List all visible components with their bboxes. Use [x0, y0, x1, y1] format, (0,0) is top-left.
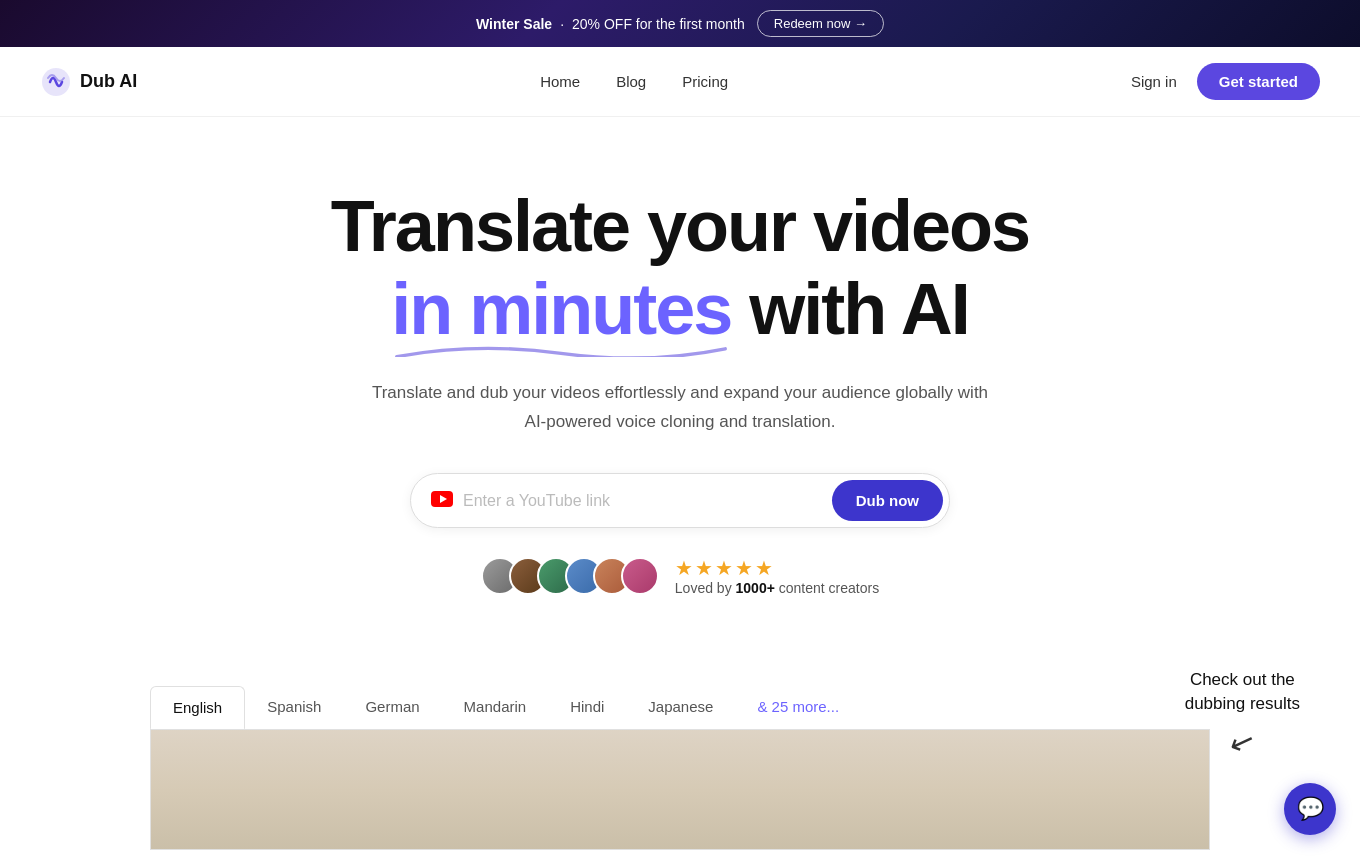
tab-english[interactable]: English: [150, 686, 245, 730]
nav-right: Sign in Get started: [1131, 63, 1320, 100]
tab-japanese[interactable]: Japanese: [626, 686, 735, 729]
input-section: Dub now: [150, 473, 1210, 528]
social-right: ★★★★★ Loved by 1000+ content creators: [675, 556, 879, 596]
banner-winter-label: Winter Sale: [476, 16, 552, 32]
video-preview: [150, 730, 1210, 850]
tab-mandarin[interactable]: Mandarin: [442, 686, 549, 729]
nav-home[interactable]: Home: [540, 73, 580, 90]
nav-links: Home Blog Pricing: [540, 73, 728, 91]
tab-more[interactable]: & 25 more...: [735, 686, 861, 729]
social-text: Loved by 1000+ content creators: [675, 580, 879, 596]
social-suffix: content creators: [775, 580, 879, 596]
redeem-button[interactable]: Redeem now →: [757, 10, 884, 37]
get-started-button[interactable]: Get started: [1197, 63, 1320, 100]
nav-pricing[interactable]: Pricing: [682, 73, 728, 90]
social-proof: ★★★★★ Loved by 1000+ content creators: [150, 556, 1210, 596]
navbar: Dub AI Home Blog Pricing Sign in Get sta…: [0, 47, 1360, 117]
hero-section: Translate your videos in minutes with AI…: [130, 117, 1230, 636]
tab-hindi[interactable]: Hindi: [548, 686, 626, 729]
star-rating: ★★★★★: [675, 556, 775, 580]
avatar: [621, 557, 659, 595]
tab-spanish[interactable]: Spanish: [245, 686, 343, 729]
promo-banner: Winter Sale · 20% OFF for the first mont…: [0, 0, 1360, 47]
video-preview-inner: [151, 730, 1209, 849]
hero-accent: in minutes: [391, 270, 731, 349]
youtube-link-input[interactable]: [463, 492, 832, 510]
language-tabs: English Spanish German Mandarin Hindi Ja…: [150, 686, 1210, 730]
tab-german[interactable]: German: [343, 686, 441, 729]
hero-title-rest: with AI: [731, 269, 968, 349]
chat-button[interactable]: 💬: [1284, 783, 1336, 835]
dub-now-button[interactable]: Dub now: [832, 480, 943, 521]
banner-discount: 20% OFF for the first month: [572, 16, 745, 32]
input-wrapper: Dub now: [410, 473, 950, 528]
banner-dot: ·: [560, 16, 564, 32]
logo-text: Dub AI: [80, 71, 137, 92]
hero-title-line2: in minutes with AI: [150, 270, 1210, 349]
hero-subtitle: Translate and dub your videos effortless…: [370, 379, 990, 437]
logo-icon: [40, 66, 72, 98]
language-section: English Spanish German Mandarin Hindi Ja…: [130, 686, 1230, 850]
logo-link[interactable]: Dub AI: [40, 66, 137, 98]
banner-text: Winter Sale · 20% OFF for the first mont…: [476, 16, 745, 32]
nav-blog[interactable]: Blog: [616, 73, 646, 90]
hero-title: Translate your videos in minutes with AI: [150, 187, 1210, 349]
youtube-icon: [431, 491, 453, 511]
loved-by-label: Loved by: [675, 580, 732, 596]
chat-icon: 💬: [1297, 796, 1324, 822]
hero-title-line1: Translate your videos: [331, 186, 1029, 266]
sign-in-button[interactable]: Sign in: [1131, 73, 1177, 90]
user-count: 1000+: [736, 580, 775, 596]
avatar-group: [481, 557, 659, 595]
